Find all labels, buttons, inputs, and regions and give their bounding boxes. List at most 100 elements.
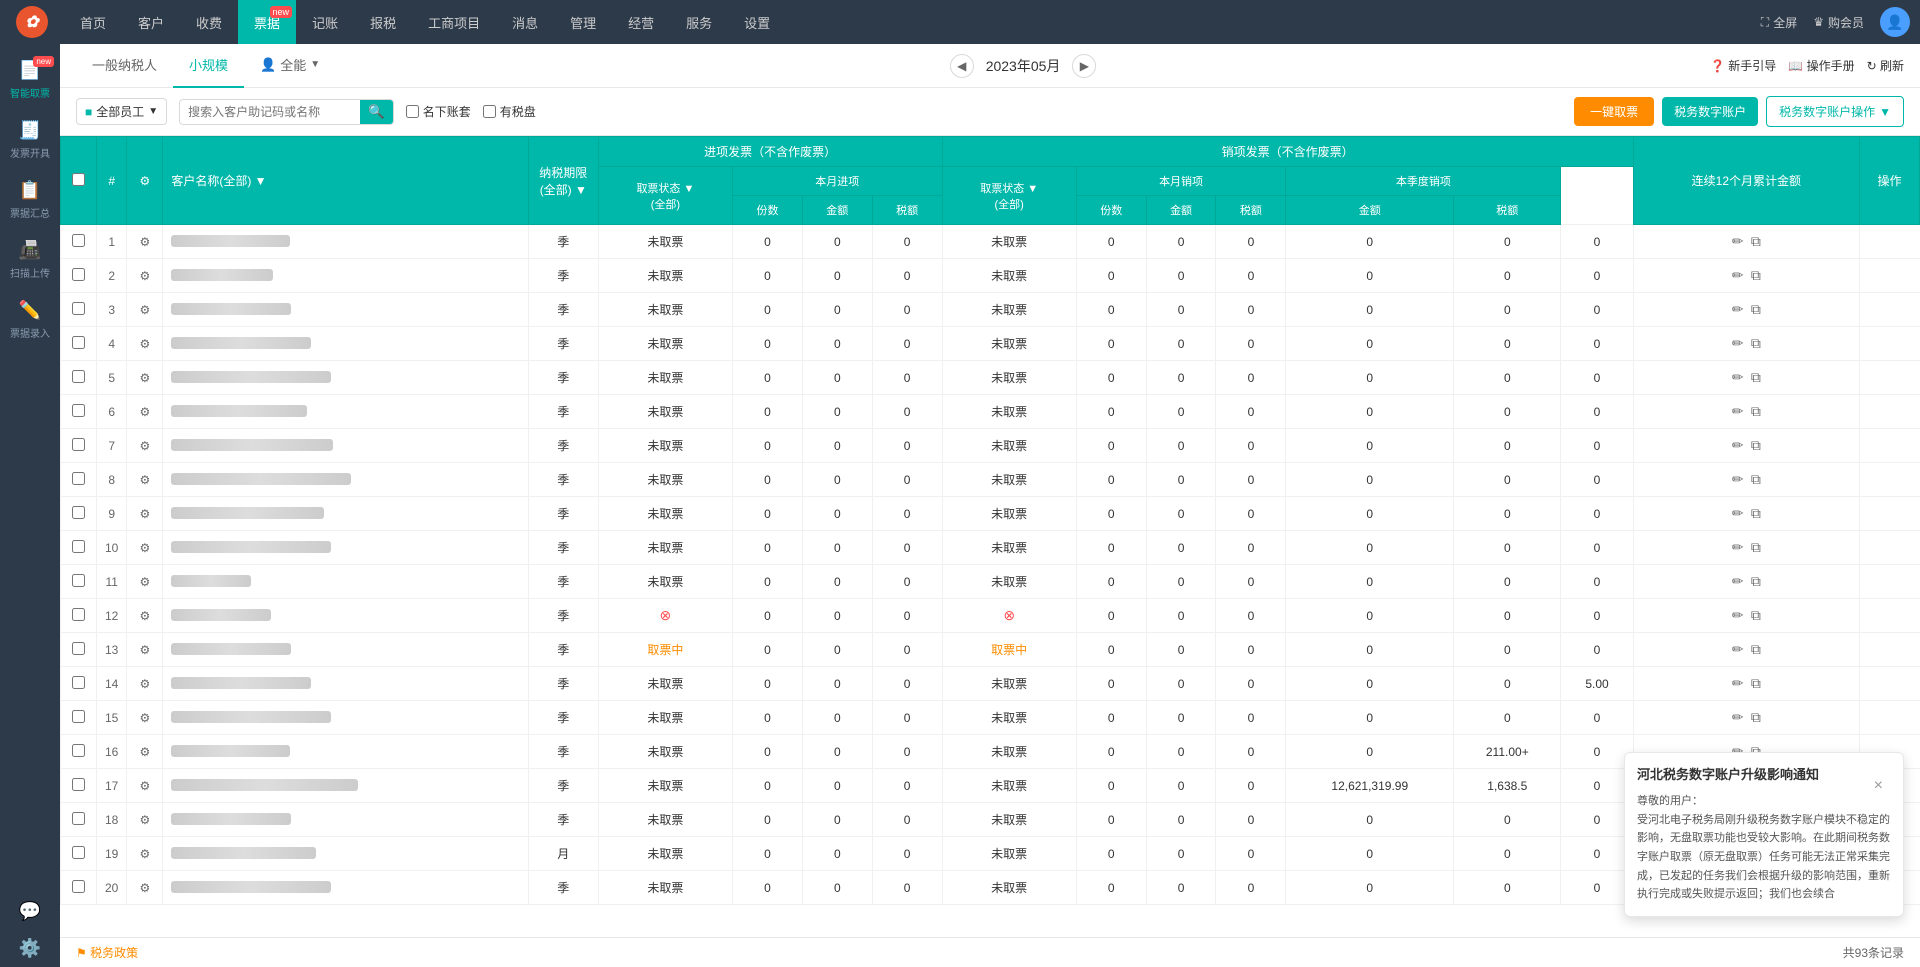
row-checkbox[interactable] [72, 880, 85, 893]
row-gear-icon[interactable]: ⚙ [139, 711, 150, 725]
copy-icon[interactable]: ⧉ [1751, 267, 1761, 283]
one-click-invoice-button[interactable]: 一键取票 [1574, 97, 1654, 126]
copy-icon[interactable]: ⧉ [1751, 607, 1761, 623]
edit-icon[interactable]: ✏ [1732, 233, 1744, 249]
digital-account-button[interactable]: 税务数字账户 [1662, 97, 1758, 126]
checkbox-tax-disk-input[interactable] [483, 105, 496, 118]
row-checkbox-cell[interactable] [61, 463, 97, 497]
row-gear-icon[interactable]: ⚙ [139, 677, 150, 691]
th-period[interactable]: 纳税期限(全部) ▼ [528, 137, 598, 225]
row-gear-cell[interactable]: ⚙ [127, 327, 163, 361]
row-checkbox-cell[interactable] [61, 293, 97, 327]
copy-icon[interactable]: ⧉ [1751, 471, 1761, 487]
member-button[interactable]: ♛ 购会员 [1813, 14, 1864, 31]
nav-settings[interactable]: 设置 [728, 0, 786, 44]
copy-icon[interactable]: ⧉ [1751, 709, 1761, 725]
copy-icon[interactable]: ⧉ [1751, 301, 1761, 317]
row-checkbox-cell[interactable] [61, 633, 97, 667]
tab-small-scale[interactable]: 小规模 [173, 44, 244, 88]
row-checkbox[interactable] [72, 778, 85, 791]
copy-icon[interactable]: ⧉ [1751, 335, 1761, 351]
edit-icon[interactable]: ✏ [1732, 641, 1744, 657]
nav-service[interactable]: 服务 [670, 0, 728, 44]
row-gear-cell[interactable]: ⚙ [127, 225, 163, 259]
row-gear-icon[interactable]: ⚙ [139, 745, 150, 759]
row-gear-icon[interactable]: ⚙ [139, 609, 150, 623]
row-gear-cell[interactable]: ⚙ [127, 769, 163, 803]
employee-select[interactable]: ■ 全部员工 ▼ [76, 98, 167, 125]
sidebar-item-invoice-open[interactable]: 🧾 发票开具 [2, 112, 58, 168]
row-checkbox[interactable] [72, 404, 85, 417]
edit-icon[interactable]: ✏ [1732, 607, 1744, 623]
edit-icon[interactable]: ✏ [1732, 437, 1744, 453]
sidebar-item-message[interactable]: 💬 [2, 893, 58, 930]
row-gear-cell[interactable]: ⚙ [127, 361, 163, 395]
tax-policy-link[interactable]: ⚑ 税务政策 [76, 944, 138, 961]
row-gear-icon[interactable]: ⚙ [139, 507, 150, 521]
row-checkbox-cell[interactable] [61, 769, 97, 803]
row-checkbox[interactable] [72, 846, 85, 859]
row-checkbox[interactable] [72, 336, 85, 349]
copy-icon[interactable]: ⧉ [1751, 539, 1761, 555]
search-input[interactable] [180, 101, 360, 123]
row-checkbox[interactable] [72, 608, 85, 621]
copy-icon[interactable]: ⧉ [1751, 403, 1761, 419]
nav-operation[interactable]: 经营 [612, 0, 670, 44]
row-gear-cell[interactable]: ⚙ [127, 531, 163, 565]
row-gear-icon[interactable]: ⚙ [139, 439, 150, 453]
row-checkbox[interactable] [72, 234, 85, 247]
row-checkbox[interactable] [72, 506, 85, 519]
tab-all[interactable]: 👤 全能 ▼ [244, 44, 336, 88]
row-checkbox[interactable] [72, 438, 85, 451]
row-checkbox-cell[interactable] [61, 565, 97, 599]
row-checkbox-cell[interactable] [61, 871, 97, 905]
row-gear-cell[interactable]: ⚙ [127, 293, 163, 327]
row-gear-icon[interactable]: ⚙ [139, 303, 150, 317]
row-checkbox[interactable] [72, 710, 85, 723]
row-checkbox[interactable] [72, 370, 85, 383]
row-checkbox[interactable] [72, 472, 85, 485]
copy-icon[interactable]: ⧉ [1751, 573, 1761, 589]
sidebar-item-invoice-entry[interactable]: ✏️ 票据录入 [2, 292, 58, 348]
th-in-status[interactable]: 取票状态 ▼(全部) [598, 167, 732, 225]
row-gear-icon[interactable]: ⚙ [139, 813, 150, 827]
edit-icon[interactable]: ✏ [1732, 267, 1744, 283]
copy-icon[interactable]: ⧉ [1751, 505, 1761, 521]
edit-icon[interactable]: ✏ [1732, 675, 1744, 691]
guide-button[interactable]: ❓ 新手引导 [1710, 57, 1776, 74]
row-checkbox-cell[interactable] [61, 225, 97, 259]
checkbox-tax-disk[interactable]: 有税盘 [483, 103, 536, 120]
row-gear-cell[interactable]: ⚙ [127, 633, 163, 667]
row-gear-icon[interactable]: ⚙ [139, 269, 150, 283]
row-gear-icon[interactable]: ⚙ [139, 881, 150, 895]
sidebar-item-scan-upload[interactable]: 📠 扫描上传 [2, 232, 58, 288]
edit-icon[interactable]: ✏ [1732, 709, 1744, 725]
row-checkbox-cell[interactable] [61, 667, 97, 701]
row-gear-cell[interactable]: ⚙ [127, 565, 163, 599]
nav-message[interactable]: 消息 [496, 0, 554, 44]
row-checkbox[interactable] [72, 812, 85, 825]
row-gear-icon[interactable]: ⚙ [139, 371, 150, 385]
row-checkbox[interactable] [72, 676, 85, 689]
row-gear-icon[interactable]: ⚙ [139, 575, 150, 589]
edit-icon[interactable]: ✏ [1732, 335, 1744, 351]
nav-customer[interactable]: 客户 [122, 0, 180, 44]
row-gear-cell[interactable]: ⚙ [127, 837, 163, 871]
copy-icon[interactable]: ⧉ [1751, 233, 1761, 249]
edit-icon[interactable]: ✏ [1732, 471, 1744, 487]
nav-fee[interactable]: 收费 [180, 0, 238, 44]
row-checkbox[interactable] [72, 574, 85, 587]
nav-accounting[interactable]: 记账 [296, 0, 354, 44]
row-checkbox[interactable] [72, 268, 85, 281]
copy-icon[interactable]: ⧉ [1751, 437, 1761, 453]
row-checkbox[interactable] [72, 642, 85, 655]
copy-icon[interactable]: ⧉ [1751, 641, 1761, 657]
row-gear-cell[interactable]: ⚙ [127, 735, 163, 769]
row-gear-cell[interactable]: ⚙ [127, 463, 163, 497]
row-gear-icon[interactable]: ⚙ [139, 405, 150, 419]
nav-invoice[interactable]: 票据 new [238, 0, 296, 44]
sidebar-item-invoice-summary[interactable]: 📋 票据汇总 [2, 172, 58, 228]
row-checkbox[interactable] [72, 540, 85, 553]
row-checkbox-cell[interactable] [61, 395, 97, 429]
row-gear-cell[interactable]: ⚙ [127, 701, 163, 735]
